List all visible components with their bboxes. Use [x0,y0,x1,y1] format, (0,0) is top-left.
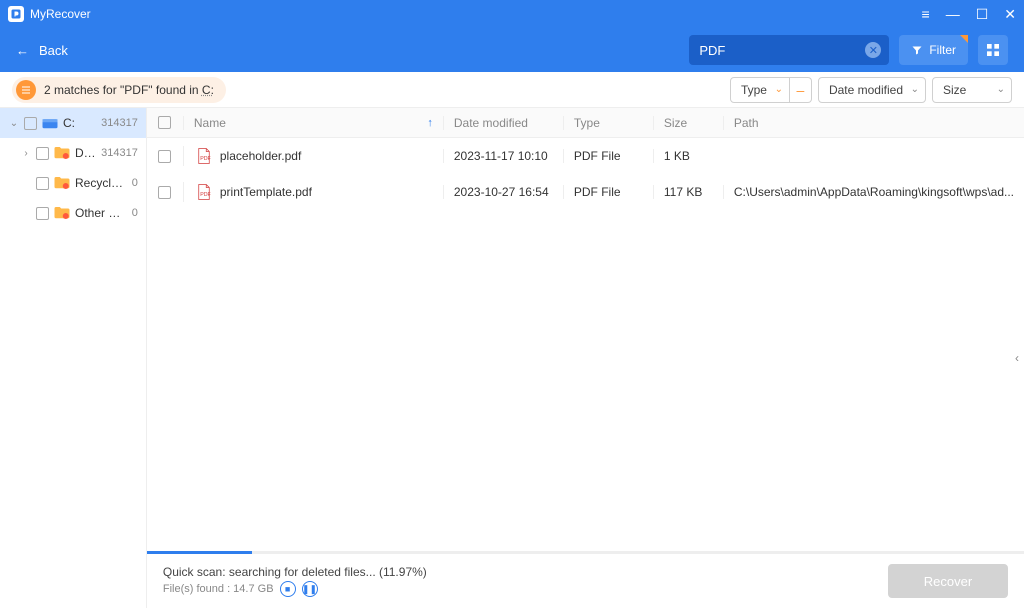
file-path: C:\Users\admin\AppData\Roaming\kingsoft\… [723,185,1024,199]
sidebar-item-other-missing-files[interactable]: Other Missing Files 0 [0,198,146,228]
drive-icon [41,114,59,132]
tree-count: 314317 [101,147,138,159]
window-controls: ≡ — ☐ ✕ [922,6,1016,23]
matches-text: 2 matches for "PDF" found in [44,83,202,97]
chevron-icon[interactable]: › [20,148,32,159]
main: ⌄ C: 314317 › Deleted Files 314317 Recycle Bin… [0,108,1024,608]
sidebar-item-recycle-bin[interactable]: Recycle Bin 0 [0,168,146,198]
file-type: PDF File [563,185,653,199]
table-header: Name ↑ Date modified Type Size Path [147,108,1024,138]
app-logo [8,6,24,22]
file-type: PDF File [563,149,653,163]
tree-count: 314317 [101,117,138,129]
filter-label: Filter [929,43,956,57]
chevron-down-icon: ⌄ [997,84,1005,95]
svg-text:PDF: PDF [200,156,211,162]
select-all-checkbox[interactable] [158,116,171,129]
type-clear-button[interactable]: – [790,77,812,103]
column-date[interactable]: Date modified [443,116,563,130]
table-row[interactable]: PDF printTemplate.pdf 2023-10-27 16:54PDF … [147,174,1024,210]
file-name: printTemplate.pdf [220,185,312,199]
column-type[interactable]: Type [563,116,653,130]
column-path[interactable]: Path [723,116,1024,130]
recover-button[interactable]: Recover [888,564,1008,598]
column-size[interactable]: Size [653,116,723,130]
grid-icon [985,42,1001,58]
tree-checkbox[interactable] [36,177,49,190]
row-checkbox[interactable] [158,186,171,199]
back-label: Back [39,43,68,58]
progress-fill [147,551,252,554]
app-title: MyRecover [30,7,91,21]
chevron-down-icon: ⌄ [775,84,783,95]
tree-count: 0 [132,207,138,219]
tree-checkbox[interactable] [24,117,37,130]
maximize-icon[interactable]: ☐ [976,6,989,23]
sidebar-item-deleted-files[interactable]: › Deleted Files 314317 [0,138,146,168]
folder-missing-icon [53,204,71,222]
file-date: 2023-11-17 10:10 [443,149,563,163]
tree-label: Other Missing Files [75,206,128,220]
file-size: 1 KB [653,149,723,163]
pdf-file-icon: PDF [194,146,214,166]
row-checkbox[interactable] [158,150,171,163]
file-name: placeholder.pdf [220,149,301,163]
subbar: 2 matches for "PDF" found in C: Type ⌄ –… [0,72,1024,108]
back-button[interactable]: ← Back [16,43,68,58]
tree-label: Recycle Bin [75,176,128,190]
matches-pill: 2 matches for "PDF" found in C: [12,77,226,103]
sidebar: ⌄ C: 314317 › Deleted Files 314317 Recycle Bin… [0,108,147,608]
svg-text:PDF: PDF [200,192,211,198]
sidebar-item-c-[interactable]: ⌄ C: 314317 [0,108,146,138]
status-text: Quick scan: searching for deleted files.… [163,565,427,579]
matches-location[interactable]: C: [202,83,214,97]
search-box[interactable]: ✕ [689,35,889,65]
tree-checkbox[interactable] [36,147,49,160]
status-subtext: File(s) found : 14.7 GB [163,583,274,595]
filter-button[interactable]: Filter [899,35,968,65]
content: Name ↑ Date modified Type Size Path PDF p… [147,108,1024,608]
toolbar: ← Back ✕ Filter [0,28,1024,72]
tree-label: Deleted Files [75,146,97,160]
view-grid-button[interactable] [978,35,1008,65]
file-size: 117 KB [653,185,723,199]
back-arrow-icon: ← [16,43,29,58]
collapse-right-icon[interactable]: ‹ [1010,338,1024,378]
app-logo-icon [10,8,22,20]
search-clear-icon[interactable]: ✕ [865,42,881,58]
tree-count: 0 [132,177,138,189]
type-dropdown-group: Type ⌄ – [724,77,812,103]
progress-bar [147,551,1024,554]
tree-label: C: [63,116,97,130]
filter-indicator-icon [960,35,968,43]
column-name[interactable]: Name ↑ [183,116,443,130]
chevron-icon[interactable]: ⌄ [8,118,20,129]
close-icon[interactable]: ✕ [1004,6,1016,23]
minimize-icon[interactable]: — [946,6,960,22]
table-body: PDFplaceholder.pdf2023-11-17 10:10PDF Fi… [147,138,1024,551]
sort-asc-icon: ↑ [427,117,433,129]
size-dropdown[interactable]: Size ⌄ [932,77,1012,103]
menu-icon[interactable]: ≡ [922,6,930,22]
stop-button[interactable]: ■ [280,581,296,597]
matches-icon [16,80,36,100]
chevron-down-icon: ⌄ [911,84,919,95]
type-dropdown[interactable]: Type ⌄ [730,77,790,103]
status-bar: Quick scan: searching for deleted files.… [147,554,1024,608]
file-date: 2023-10-27 16:54 [443,185,563,199]
pause-button[interactable]: ❚❚ [302,581,318,597]
titlebar: MyRecover ≡ — ☐ ✕ [0,0,1024,28]
filter-icon [911,44,923,56]
pdf-file-icon: PDF [194,182,214,202]
search-input[interactable] [699,43,859,58]
folder-deleted-icon [53,144,71,162]
tree-checkbox[interactable] [36,207,49,220]
folder-recycle-icon [53,174,71,192]
table-row[interactable]: PDF placeholder.pdf 2023-11-17 10:10PDF Fi… [147,138,1024,174]
date-dropdown[interactable]: Date modified ⌄ [818,77,926,103]
